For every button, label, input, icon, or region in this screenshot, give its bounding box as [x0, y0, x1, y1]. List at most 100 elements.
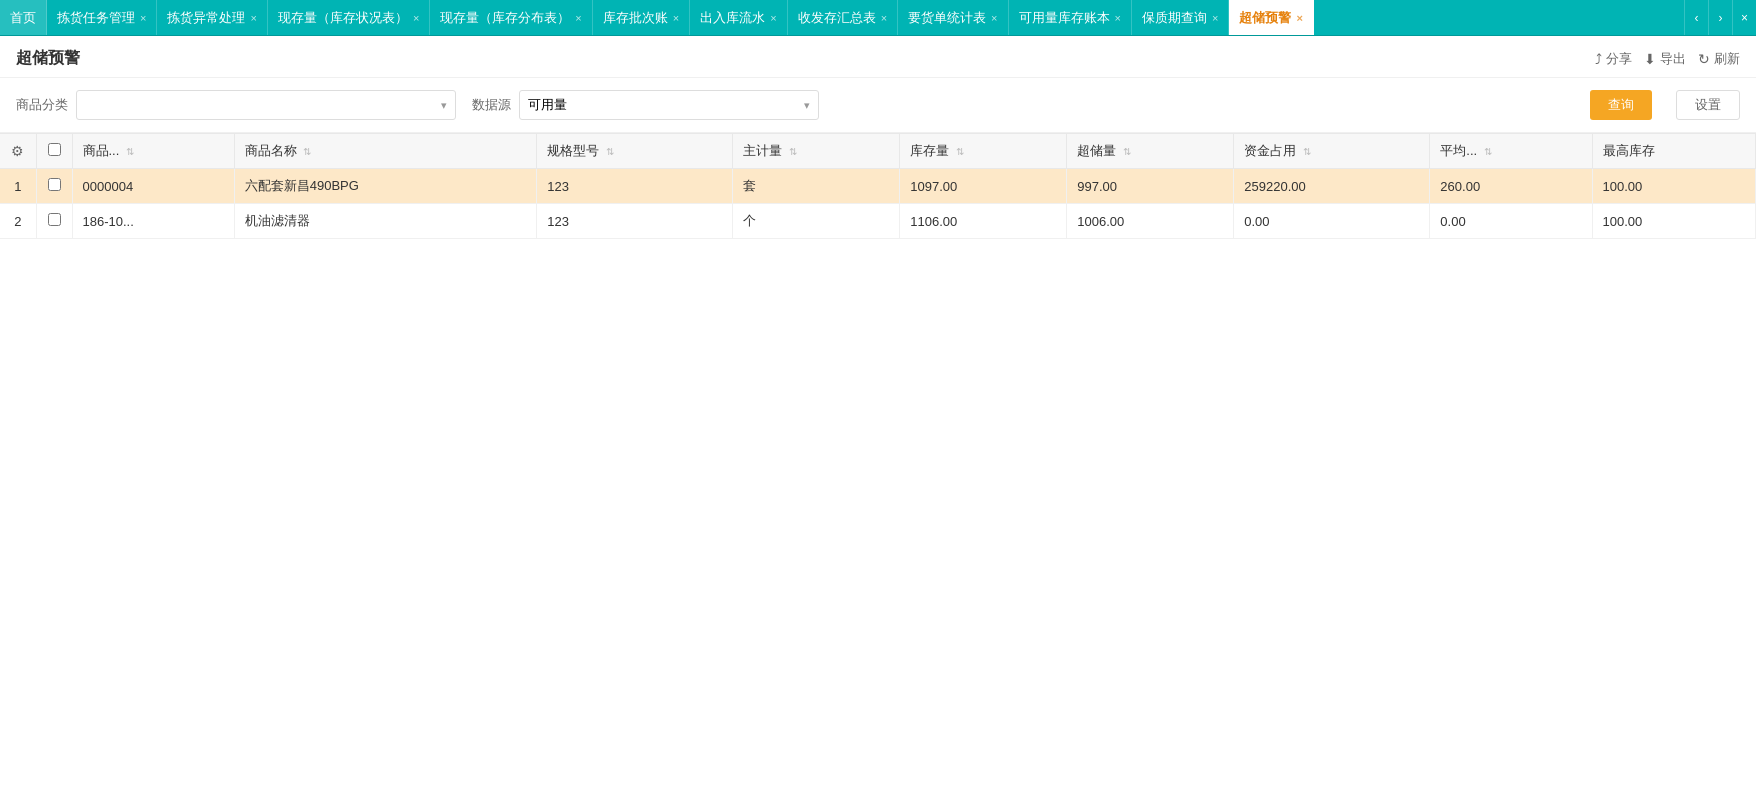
nav-item-label-inout-flow: 出入库流水: [700, 9, 765, 27]
row-spec-cell: 123: [537, 169, 733, 204]
overstock-table: ⚙ 商品... ⇅ 商品名称 ⇅ 规格型号 ⇅: [0, 133, 1756, 239]
row-capital_occupy-cell: 259220.00: [1234, 169, 1430, 204]
category-select[interactable]: ▾: [76, 90, 456, 120]
row-avg-cell: 0.00: [1430, 204, 1592, 239]
nav-close-quality-check[interactable]: ×: [1212, 12, 1218, 24]
row-check-cell: [36, 169, 72, 204]
filter-bar: 商品分类 ▾ 数据源 可用量 ▾ 查询 设置: [0, 78, 1756, 133]
nav-right-arrow[interactable]: ›: [1708, 0, 1732, 35]
col-stock-header[interactable]: 库存量 ⇅: [900, 134, 1067, 169]
nav-item-quality-check[interactable]: 保质期查询 ×: [1132, 0, 1229, 35]
col-check-header: [36, 134, 72, 169]
col-product-name-header[interactable]: 商品名称 ⇅: [234, 134, 536, 169]
nav-close-inventory-dist[interactable]: ×: [575, 12, 581, 24]
table-row: 2186-10...机油滤清器123个1106.001006.000.000.0…: [0, 204, 1756, 239]
row-checkbox[interactable]: [48, 213, 61, 226]
export-action[interactable]: ⬇ 导出: [1644, 50, 1686, 68]
refresh-label: 刷新: [1714, 50, 1740, 68]
nav-item-overstock-warn[interactable]: 超储预警 ×: [1229, 0, 1313, 35]
row-avg-cell: 260.00: [1430, 169, 1592, 204]
sort-stock-icon: ⇅: [956, 146, 964, 157]
category-dropdown-icon: ▾: [441, 99, 447, 112]
row-stock-cell: 1106.00: [900, 204, 1067, 239]
row-checkbox[interactable]: [48, 178, 61, 191]
row-overstock-cell: 1006.00: [1067, 204, 1234, 239]
nav-close-task-mgmt[interactable]: ×: [140, 12, 146, 24]
query-button[interactable]: 查询: [1590, 90, 1652, 120]
nav-item-inventory-status[interactable]: 现存量（库存状况表） ×: [268, 0, 430, 35]
select-all-checkbox[interactable]: [48, 143, 61, 156]
row-max_stock-cell: 100.00: [1592, 169, 1755, 204]
row-product_code-cell: 0000004: [72, 169, 234, 204]
row-unit-cell: 套: [733, 169, 900, 204]
datasource-select[interactable]: 可用量 ▾: [519, 90, 819, 120]
row-unit-cell: 个: [733, 204, 900, 239]
datasource-dropdown-icon: ▾: [804, 99, 810, 112]
nav-item-order-stats[interactable]: 要货单统计表 ×: [898, 0, 1008, 35]
sort-capital-icon: ⇅: [1303, 146, 1311, 157]
category-select-text: [85, 98, 89, 113]
col-settings-header: ⚙: [0, 134, 36, 169]
nav-close-available-account[interactable]: ×: [1115, 12, 1121, 24]
export-label: 导出: [1660, 50, 1686, 68]
export-icon: ⬇: [1644, 51, 1656, 67]
row-capital_occupy-cell: 0.00: [1234, 204, 1430, 239]
col-product-code-header[interactable]: 商品... ⇅: [72, 134, 234, 169]
nav-item-label-abnormal-process: 拣货异常处理: [167, 9, 245, 27]
col-unit-header[interactable]: 主计量 ⇅: [733, 134, 900, 169]
category-filter: 商品分类 ▾: [16, 90, 456, 120]
datasource-value-text: 可用量: [528, 96, 567, 114]
nav-close-collect-summary[interactable]: ×: [881, 12, 887, 24]
nav-close-inout-flow[interactable]: ×: [770, 12, 776, 24]
row-product_name-cell: 六配套新昌490BPG: [234, 169, 536, 204]
nav-close-arrow[interactable]: ×: [1732, 0, 1756, 35]
nav-close-batch-account[interactable]: ×: [673, 12, 679, 24]
row-max_stock-cell: 100.00: [1592, 204, 1755, 239]
table-row: 1 0000004六配套新昌490BPG123套1097.00997.002592…: [0, 169, 1756, 204]
nav-item-available-account[interactable]: 可用量库存账本 ×: [1009, 0, 1132, 35]
nav-close-inventory-status[interactable]: ×: [413, 12, 419, 24]
refresh-action[interactable]: ↻ 刷新: [1698, 50, 1740, 68]
settings-button[interactable]: 设置: [1676, 90, 1740, 120]
nav-close-order-stats[interactable]: ×: [991, 12, 997, 24]
row-product_name-cell: 机油滤清器: [234, 204, 536, 239]
nav-item-label-overstock-warn: 超储预警: [1239, 9, 1291, 27]
nav-close-abnormal-process[interactable]: ×: [250, 12, 256, 24]
nav-item-inventory-dist[interactable]: 现存量（库存分布表） ×: [430, 0, 592, 35]
sort-overstock-icon: ⇅: [1123, 146, 1131, 157]
share-icon: ⤴: [1595, 51, 1602, 67]
datasource-filter: 数据源 可用量 ▾: [472, 90, 819, 120]
sort-spec-icon: ⇅: [606, 146, 614, 157]
nav-item-label-quality-check: 保质期查询: [1142, 9, 1207, 27]
nav-item-inout-flow[interactable]: 出入库流水 ×: [690, 0, 787, 35]
row-overstock-cell: 997.00: [1067, 169, 1234, 204]
row-num-cell: 1: [0, 169, 36, 204]
col-avg-header[interactable]: 平均... ⇅: [1430, 134, 1592, 169]
nav-item-abnormal-process[interactable]: 拣货异常处理 ×: [157, 0, 267, 35]
nav-item-label-inventory-status: 现存量（库存状况表）: [278, 9, 408, 27]
table-container: ⚙ 商品... ⇅ 商品名称 ⇅ 规格型号 ⇅: [0, 133, 1756, 239]
col-overstock-header[interactable]: 超储量 ⇅: [1067, 134, 1234, 169]
nav-item-label-task-mgmt: 拣货任务管理: [57, 9, 135, 27]
category-label: 商品分类: [16, 96, 68, 114]
col-max-stock-header: 最高库存: [1592, 134, 1755, 169]
col-spec-header[interactable]: 规格型号 ⇅: [537, 134, 733, 169]
top-nav: 首页拣货任务管理 ×拣货异常处理 ×现存量（库存状况表） ×现存量（库存分布表）…: [0, 0, 1756, 36]
nav-left-arrow[interactable]: ‹: [1684, 0, 1708, 35]
sort-avg-icon: ⇅: [1484, 146, 1492, 157]
nav-close-overstock-warn[interactable]: ×: [1296, 12, 1302, 24]
page-content: 超储预警 ⤴ 分享 ⬇ 导出 ↻ 刷新 商品分类 ▾ 数据源: [0, 36, 1756, 800]
page-header: 超储预警 ⤴ 分享 ⬇ 导出 ↻ 刷新: [0, 36, 1756, 78]
nav-item-home[interactable]: 首页: [0, 0, 47, 35]
nav-item-batch-account[interactable]: 库存批次账 ×: [593, 0, 690, 35]
col-capital-header[interactable]: 资金占用 ⇅: [1234, 134, 1430, 169]
datasource-label: 数据源: [472, 96, 511, 114]
share-label: 分享: [1606, 50, 1632, 68]
row-check-cell: [36, 204, 72, 239]
nav-item-collect-summary[interactable]: 收发存汇总表 ×: [788, 0, 898, 35]
page-actions: ⤴ 分享 ⬇ 导出 ↻ 刷新: [1595, 50, 1740, 68]
settings-gear-icon[interactable]: ⚙: [11, 143, 24, 159]
row-stock-cell: 1097.00: [900, 169, 1067, 204]
share-action[interactable]: ⤴ 分享: [1595, 50, 1632, 68]
nav-item-task-mgmt[interactable]: 拣货任务管理 ×: [47, 0, 157, 35]
